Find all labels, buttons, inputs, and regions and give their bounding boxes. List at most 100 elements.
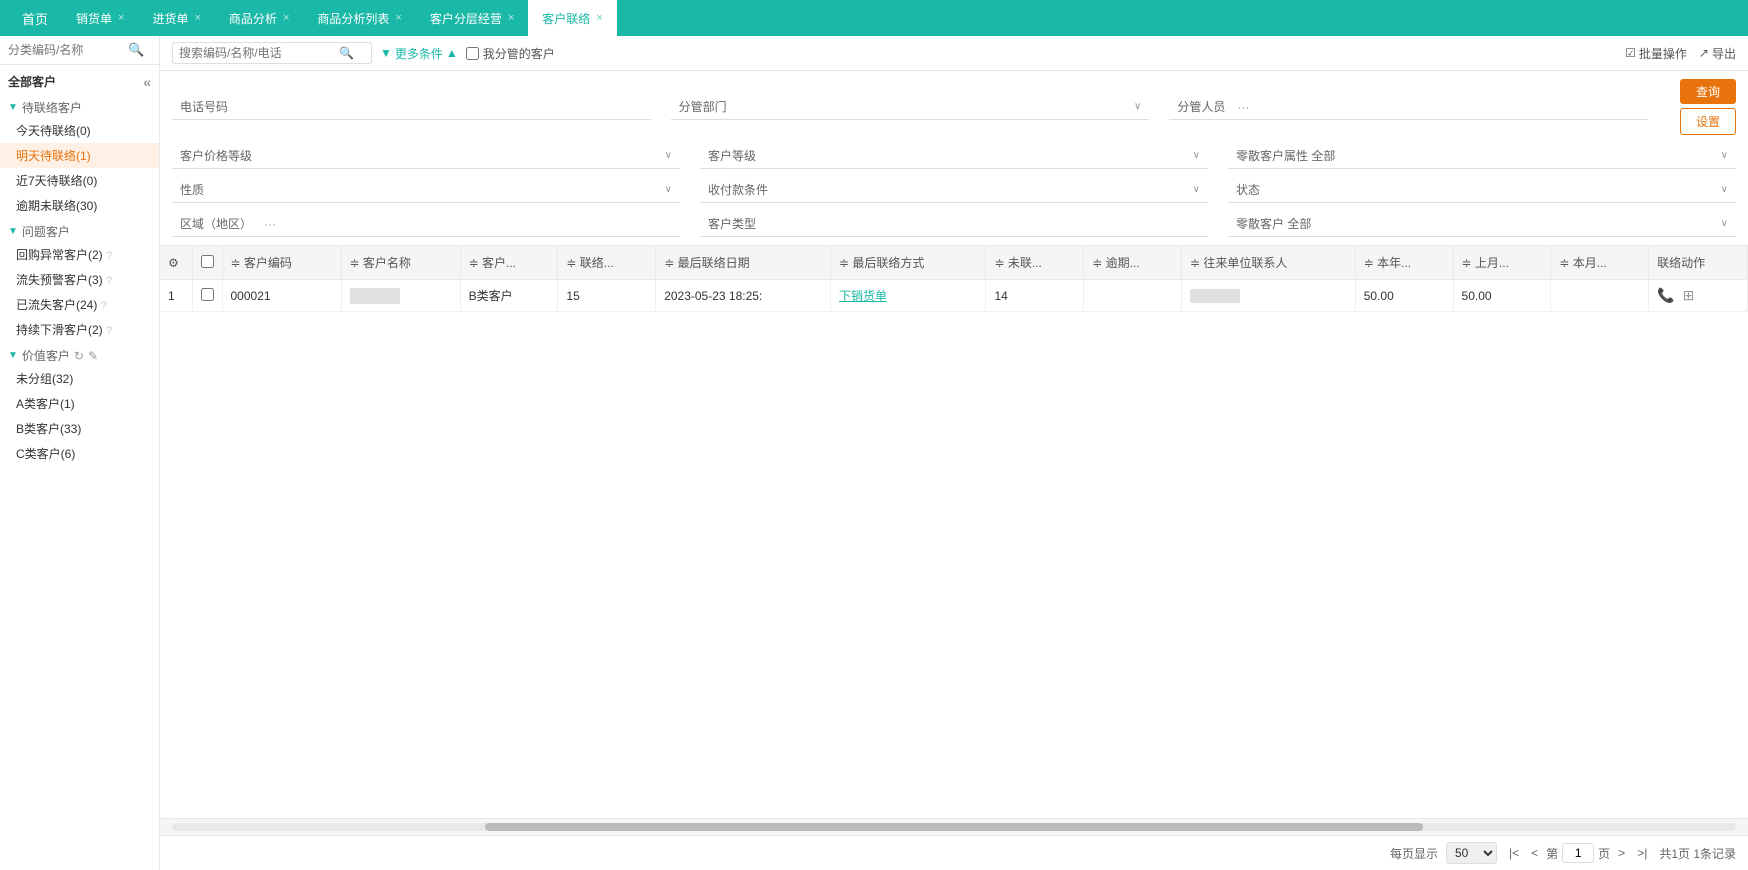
sidebar-search-input[interactable] [8,43,128,57]
row-last-method[interactable]: 下销货单 [830,280,985,312]
sidebar-item-class-a[interactable]: A类客户(1) [0,391,159,416]
sidebar-search-area: 🔍 [0,36,159,65]
scroll-thumb[interactable] [485,823,1423,831]
col-this-month[interactable]: ≑ 本月... [1551,246,1649,280]
close-icon[interactable]: × [508,12,514,24]
col-overdue[interactable]: ≑ 逾期... [1084,246,1182,280]
nav-product-analysis[interactable]: 商品分析 × [215,0,303,36]
more-conditions-btn[interactable]: ▼ 更多条件 ▲ [380,45,458,62]
col-last-month[interactable]: ≑ 上月... [1453,246,1551,280]
filter-payment-terms[interactable]: 收付款条件 ∨ [700,177,1208,203]
filter-nature[interactable]: 性质 ∨ [172,177,680,203]
sidebar-item-repurchase-abnormal[interactable]: 回购异常客户(2) ? [0,242,159,267]
sidebar-item-churned[interactable]: 已流失客户(24) ? [0,292,159,317]
arrow-icon: ▼ [8,102,18,113]
prev-page-btn[interactable]: < [1527,844,1542,862]
col-un-contact[interactable]: ≑ 未联... [986,246,1084,280]
group-problem-customers[interactable]: ▼ 问题客户 [0,218,159,242]
table-scrollbar[interactable] [160,818,1748,835]
filter-scatter-customer[interactable]: 零散客户 全部 ∨ [1228,211,1736,237]
col-this-year[interactable]: ≑ 本年... [1355,246,1453,280]
close-icon[interactable]: × [395,12,401,24]
nav-sales-order[interactable]: 销货单 × [62,0,138,36]
nav-product-analysis-list[interactable]: 商品分析列表 × [303,0,415,36]
sidebar-item-churn-warning[interactable]: 流失预警客户(3) ? [0,267,159,292]
pagination: |< < 第 页 > >| [1505,843,1651,863]
close-icon[interactable]: × [194,12,200,24]
chevron-down-icon: ∨ [1193,184,1200,195]
sidebar-item-tomorrow-contact[interactable]: 明天待联络(1) [0,143,159,168]
filter-dept[interactable]: 分管部门 ∨ [671,94,1150,120]
sidebar-item-class-b[interactable]: B类客户(33) [0,416,159,441]
group-value-customers[interactable]: ▼ 价值客户 ↻ ✎ [0,342,159,366]
filter-scatter-attr[interactable]: 零散客户属性 全部 ∨ [1228,143,1736,169]
group-pending-contact[interactable]: ▼ 待联络客户 [0,94,159,118]
nav-customer-contact[interactable]: 客户联络 × [528,0,616,36]
chevron-down-icon: ∨ [1193,150,1200,161]
col-contact-count[interactable]: ≑ 联络... [558,246,656,280]
qr-icon[interactable]: ⊞ [1683,287,1695,304]
col-last-contact-method[interactable]: ≑ 最后联络方式 [830,246,985,280]
sidebar-item-overdue-contact[interactable]: 逾期未联络(30) [0,193,159,218]
sidebar-item-7days-contact[interactable]: 近7天待联络(0) [0,168,159,193]
col-actions: 联络动作 [1649,246,1748,280]
my-customers-checkbox-label[interactable]: 我分管的客户 [466,45,555,62]
select-all-checkbox[interactable] [201,255,214,268]
query-button[interactable]: 查询 [1680,79,1736,104]
close-icon[interactable]: × [283,12,289,24]
col-checkbox[interactable] [192,246,222,280]
content-area: 🔍 ▼ 更多条件 ▲ 我分管的客户 ☑ 批量操作 ↗ 导出 [160,36,1748,870]
row-checkbox-cell[interactable] [192,280,222,312]
filter-customer-type: 客户类型 [700,211,1208,237]
first-page-btn[interactable]: |< [1505,844,1523,862]
search-icon[interactable]: 🔍 [339,46,354,60]
col-code[interactable]: ≑ 客户编码 [222,246,341,280]
phone-icon[interactable]: 📞 [1657,287,1674,304]
last-page-btn[interactable]: >| [1633,844,1651,862]
search-icon[interactable]: 🔍 [128,42,144,58]
chevron-down-icon: ∨ [665,150,672,161]
row-un-contact: 14 [986,280,1084,312]
sidebar-item-ungrouped[interactable]: 未分组(32) [0,366,159,391]
nav-customer-layering[interactable]: 客户分层经营 × [416,0,528,36]
col-name[interactable]: ≑ 客户名称 [341,246,460,280]
close-icon[interactable]: × [596,12,602,24]
page-unit: 页 [1598,845,1610,862]
batch-op-btn[interactable]: ☑ 批量操作 [1625,45,1687,62]
nav-purchase-order[interactable]: 进货单 × [138,0,214,36]
row-code: 000021 [222,280,341,312]
sidebar-item-today-contact[interactable]: 今天待联络(0) [0,118,159,143]
ellipsis-icon[interactable]: ··· [1237,100,1249,114]
row-num: 1 [160,280,192,312]
my-customers-checkbox[interactable] [466,47,479,60]
total-label: 共1页 1条记录 [1659,845,1736,862]
close-icon[interactable]: × [118,12,124,24]
collapse-icon[interactable]: « [143,74,151,90]
edit-icon[interactable]: ✎ [88,349,98,363]
col-last-contact-date[interactable]: ≑ 最后联络日期 [656,246,831,280]
chevron-down-icon: ∨ [1721,150,1728,161]
refresh-icon[interactable]: ↻ [74,349,84,363]
row-name [341,280,460,312]
col-customer-type[interactable]: ≑ 客户... [460,246,558,280]
filter-customer-level[interactable]: 客户等级 ∨ [700,143,1208,169]
settings-button[interactable]: 设置 [1680,108,1736,135]
col-settings[interactable]: ⚙ [160,246,192,280]
filter-manager: 分管人员 ··· [1169,94,1648,120]
per-page-select[interactable]: 50 20 100 [1446,842,1497,864]
col-contact-person[interactable]: ≑ 往来单位联系人 [1182,246,1356,280]
next-page-btn[interactable]: > [1614,844,1629,862]
filter-status[interactable]: 状态 ∨ [1228,177,1736,203]
sidebar-item-declining[interactable]: 持续下滑客户(2) ? [0,317,159,342]
filter-price-level[interactable]: 客户价格等级 ∨ [172,143,680,169]
page-input[interactable] [1562,843,1594,863]
chevron-up-icon: ▲ [446,46,458,60]
ellipsis-icon[interactable]: ··· [264,217,276,231]
export-btn[interactable]: ↗ 导出 [1699,45,1736,62]
filter-phone-input[interactable] [236,100,643,114]
sidebar-item-class-c[interactable]: C类客户(6) [0,441,159,466]
chevron-down-icon: ∨ [665,184,672,195]
main-search-input[interactable] [179,46,339,60]
row-checkbox[interactable] [201,288,214,301]
nav-home[interactable]: 首页 [8,0,62,36]
